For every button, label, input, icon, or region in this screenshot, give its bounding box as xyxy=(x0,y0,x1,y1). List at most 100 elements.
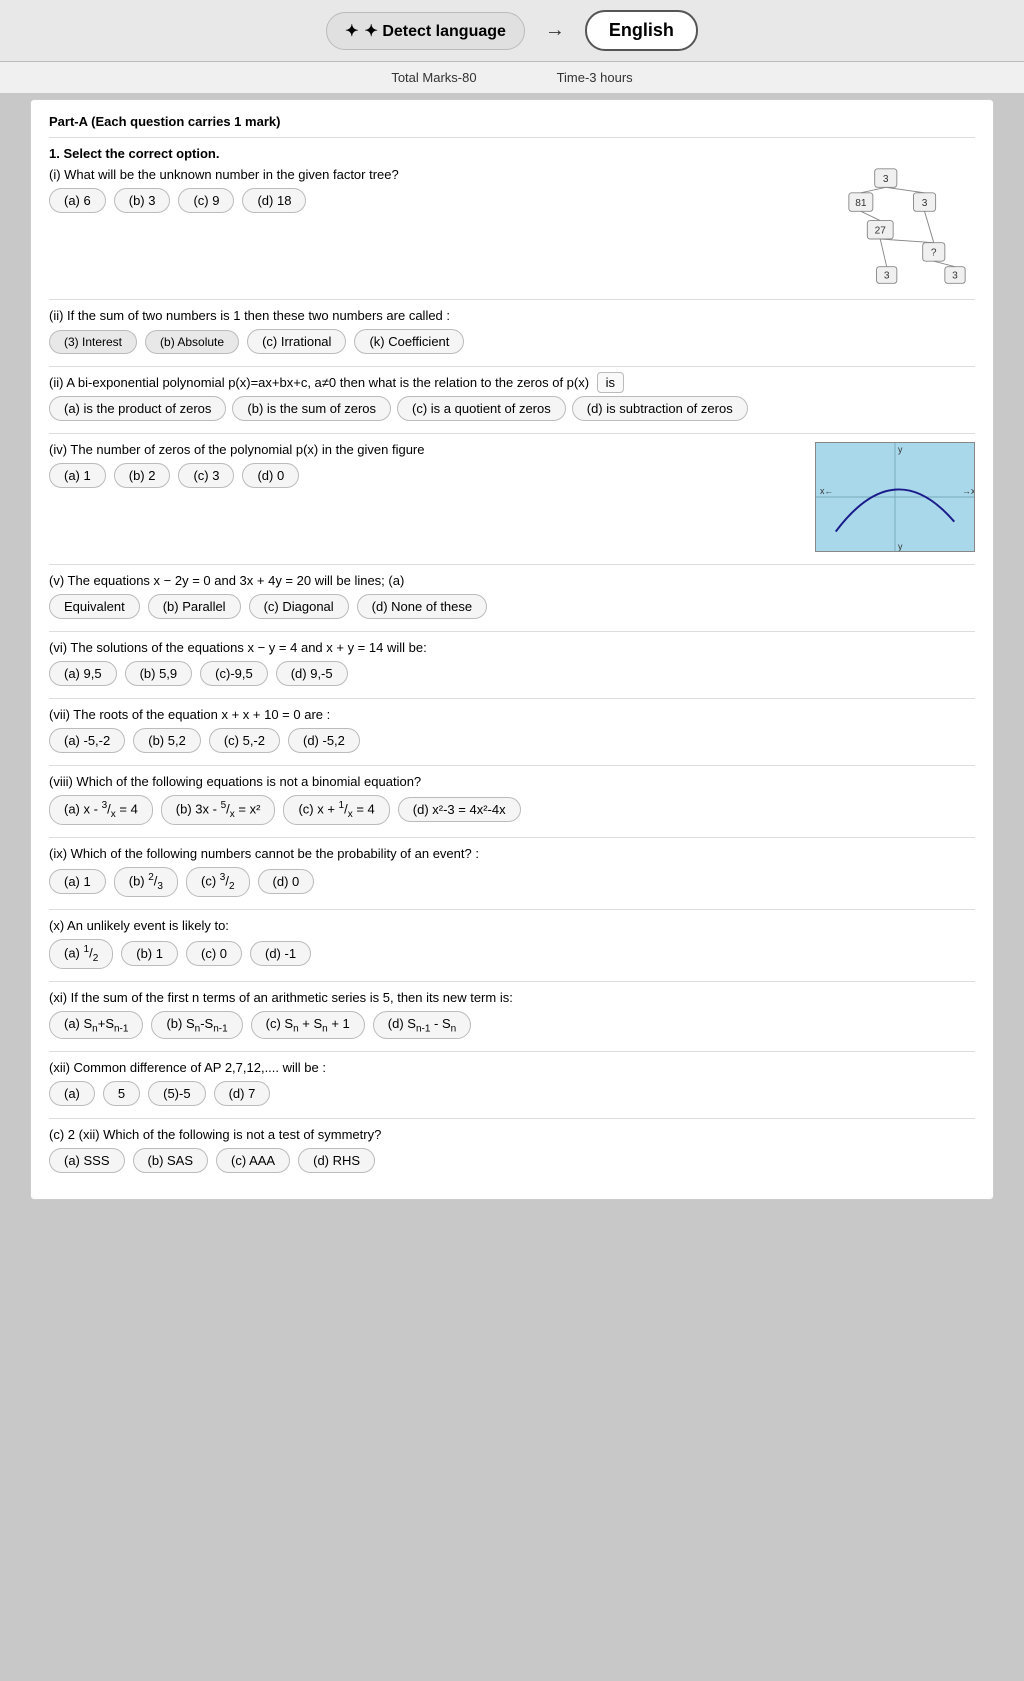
option-c[interactable]: (c) 9 xyxy=(178,188,234,213)
option-d[interactable]: (k) Coefficient xyxy=(354,329,464,354)
option-a[interactable]: (a) x - 3/x = 4 xyxy=(49,795,153,825)
option-c[interactable]: (c) is a quotient of zeros xyxy=(397,396,566,421)
question-1vi: (vi) The solutions of the equations x − … xyxy=(49,640,975,686)
question-1ii: (ii) If the sum of two numbers is 1 then… xyxy=(49,308,975,354)
q1viii-text: (viii) Which of the following equations … xyxy=(49,774,975,789)
svg-text:y: y xyxy=(898,445,903,455)
svg-text:?: ? xyxy=(931,248,937,259)
option-d[interactable]: (d) 18 xyxy=(242,188,306,213)
q1v-text: (v) The equations x − 2y = 0 and 3x + 4y… xyxy=(49,573,975,588)
option-c[interactable]: (c) 3 xyxy=(178,463,234,488)
option-d[interactable]: (d) RHS xyxy=(298,1148,375,1173)
q1xi-text: (xi) If the sum of the first n terms of … xyxy=(49,990,975,1005)
q1xiii-text: (c) 2 (xii) Which of the following is no… xyxy=(49,1127,975,1142)
option-c[interactable]: (c) Diagonal xyxy=(249,594,349,619)
option-c[interactable]: (c) AAA xyxy=(216,1148,290,1173)
q1viii-options: (a) x - 3/x = 4 (b) 3x - 5/x = x² (c) x … xyxy=(49,795,975,825)
polynomial-graph: x← →x y y xyxy=(815,442,975,552)
meta-row: Total Marks-80 Time-3 hours xyxy=(0,62,1024,93)
option-a[interactable]: (a) Sn+Sn-1 xyxy=(49,1011,143,1040)
question-1vii: (vii) The roots of the equation x + x + … xyxy=(49,707,975,753)
option-d[interactable]: (d) 0 xyxy=(242,463,299,488)
option-b[interactable]: (b) 3x - 5/x = x² xyxy=(161,795,276,825)
option-d[interactable]: (d) 7 xyxy=(214,1081,271,1106)
option-b[interactable]: (b) 1 xyxy=(121,941,178,966)
option-c[interactable]: (c) x + 1/x = 4 xyxy=(283,795,389,825)
option-b[interactable]: (b) Absolute xyxy=(145,330,239,354)
svg-text:27: 27 xyxy=(875,225,887,236)
option-a[interactable]: (a) 1 xyxy=(49,869,106,894)
total-marks: Total Marks-80 xyxy=(391,70,476,85)
option-c[interactable]: (c)-9,5 xyxy=(200,661,268,686)
english-button[interactable]: English xyxy=(585,10,698,51)
section-title: Part-A (Each question carries 1 mark) xyxy=(49,114,975,129)
option-b[interactable]: (b) 5,9 xyxy=(125,661,193,686)
q1iii-options: (a) is the product of zeros (b) is the s… xyxy=(49,396,975,421)
detect-language-button[interactable]: ✦ ✦ Detect language xyxy=(326,12,525,50)
option-d[interactable]: (d) -5,2 xyxy=(288,728,360,753)
option-b[interactable]: 5 xyxy=(103,1081,140,1106)
question-1i: (i) What will be the unknown number in t… xyxy=(49,167,975,287)
svg-text:81: 81 xyxy=(855,198,867,209)
option-b[interactable]: (b) SAS xyxy=(133,1148,209,1173)
q1-text: 1. Select the correct option. xyxy=(49,146,975,161)
q1xi-options: (a) Sn+Sn-1 (b) Sn-Sn-1 (c) Sn + Sn + 1 … xyxy=(49,1011,975,1040)
q1vii-text: (vii) The roots of the equation x + x + … xyxy=(49,707,975,722)
time-allowed: Time-3 hours xyxy=(557,70,633,85)
q1ix-options: (a) 1 (b) 2/3 (c) 3/2 (d) 0 xyxy=(49,867,975,897)
option-a[interactable]: (3) Interest xyxy=(49,330,137,354)
option-a[interactable]: (a) SSS xyxy=(49,1148,125,1173)
option-c[interactable]: (c) Sn + Sn + 1 xyxy=(251,1011,365,1040)
option-b[interactable]: (b) 5,2 xyxy=(133,728,201,753)
option-c[interactable]: (5)-5 xyxy=(148,1081,205,1106)
question-1x: (x) An unlikely event is likely to: (a) … xyxy=(49,918,975,969)
option-b[interactable]: (b) is the sum of zeros xyxy=(232,396,391,421)
q1x-options: (a) 1/2 (b) 1 (c) 0 (d) -1 xyxy=(49,939,975,969)
option-a[interactable]: (a) xyxy=(49,1081,95,1106)
option-c[interactable]: (c) 0 xyxy=(186,941,242,966)
option-d[interactable]: (d) Sn-1 - Sn xyxy=(373,1011,471,1040)
q1ix-text: (ix) Which of the following numbers cann… xyxy=(49,846,975,861)
option-b[interactable]: (b) 2 xyxy=(114,463,171,488)
svg-text:y: y xyxy=(898,541,903,551)
question-1iii: (ii) A bi-exponential polynomial p(x)=ax… xyxy=(49,375,975,421)
svg-text:3: 3 xyxy=(952,271,958,282)
option-a[interactable]: (a) 9,5 xyxy=(49,661,117,686)
q1i-text: (i) What will be the unknown number in t… xyxy=(49,167,815,182)
option-d[interactable]: (d) 9,-5 xyxy=(276,661,348,686)
option-d[interactable]: (d) None of these xyxy=(357,594,487,619)
option-c[interactable]: (c) 3/2 xyxy=(186,867,250,897)
svg-text:3: 3 xyxy=(883,174,889,185)
svg-text:x←: x← xyxy=(820,486,833,496)
question-1xii: (xii) Common difference of AP 2,7,12,...… xyxy=(49,1060,975,1106)
svg-text:3: 3 xyxy=(922,198,928,209)
option-b[interactable]: (b) Sn-Sn-1 xyxy=(151,1011,242,1040)
option-b[interactable]: (b) Parallel xyxy=(148,594,241,619)
option-d[interactable]: (d) 0 xyxy=(258,869,315,894)
q1vi-text: (vi) The solutions of the equations x − … xyxy=(49,640,975,655)
option-a[interactable]: (a) is the product of zeros xyxy=(49,396,226,421)
question-1iv: (iv) The number of zeros of the polynomi… xyxy=(49,442,975,552)
q1iii-text: (ii) A bi-exponential polynomial p(x)=ax… xyxy=(49,375,975,390)
option-d[interactable]: (d) is subtraction of zeros xyxy=(572,396,748,421)
option-c[interactable]: (c) 5,-2 xyxy=(209,728,280,753)
option-d[interactable]: (d) x²-3 = 4x²-4x xyxy=(398,797,521,822)
option-a[interactable]: Equivalent xyxy=(49,594,140,619)
q1x-text: (x) An unlikely event is likely to: xyxy=(49,918,975,933)
q1xiii-options: (a) SSS (b) SAS (c) AAA (d) RHS xyxy=(49,1148,975,1173)
option-b[interactable]: (b) 2/3 xyxy=(114,867,178,897)
question-1v: (v) The equations x − 2y = 0 and 3x + 4y… xyxy=(49,573,975,619)
option-c[interactable]: (c) Irrational xyxy=(247,329,346,354)
option-a[interactable]: (a) 6 xyxy=(49,188,106,213)
option-a[interactable]: (a) 1/2 xyxy=(49,939,113,969)
option-d[interactable]: (d) -1 xyxy=(250,941,311,966)
svg-text:→x: →x xyxy=(962,486,974,496)
q1iv-options: (a) 1 (b) 2 (c) 3 (d) 0 xyxy=(49,463,805,488)
q1vii-options: (a) -5,-2 (b) 5,2 (c) 5,-2 (d) -5,2 xyxy=(49,728,975,753)
option-b[interactable]: (b) 3 xyxy=(114,188,171,213)
q1xii-text: (xii) Common difference of AP 2,7,12,...… xyxy=(49,1060,975,1075)
option-a[interactable]: (a) -5,-2 xyxy=(49,728,125,753)
option-a[interactable]: (a) 1 xyxy=(49,463,106,488)
q1iv-text: (iv) The number of zeros of the polynomi… xyxy=(49,442,805,457)
arrow-icon: → xyxy=(545,19,565,42)
